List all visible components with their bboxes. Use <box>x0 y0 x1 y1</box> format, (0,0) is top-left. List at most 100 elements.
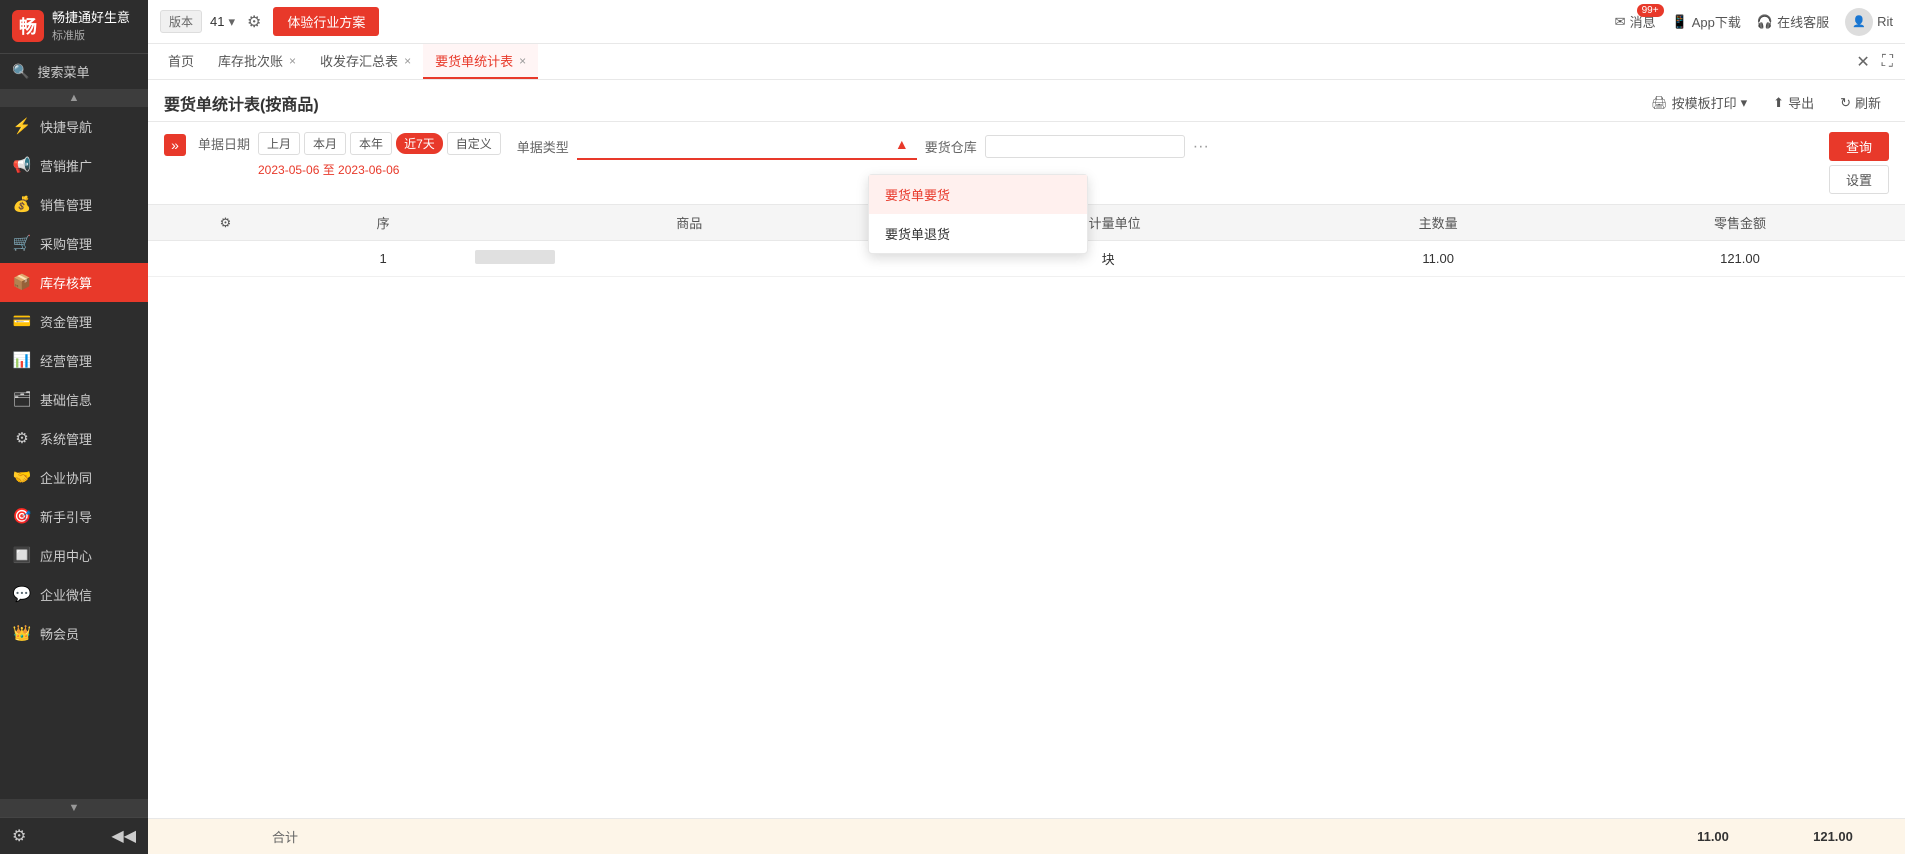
topbar-messages[interactable]: ✉ 消息 99+ <box>1615 12 1656 31</box>
system-icon: ⚙ <box>12 429 32 447</box>
sidebar-item-inventory[interactable]: 📦 库存核算 <box>0 263 148 302</box>
col-seq: 序 <box>303 205 464 241</box>
sidebar-collapse-icon[interactable]: ◀◀ <box>111 826 136 846</box>
footer-qty: 11.00 <box>1653 829 1773 844</box>
filter-this-month[interactable]: 本月 <box>304 132 346 155</box>
filter-recent7[interactable]: 近7天 <box>396 133 443 154</box>
dropdown-item-order-return[interactable]: 要货单退货 <box>869 214 1087 253</box>
filter-this-year[interactable]: 本年 <box>350 132 392 155</box>
topbar-app-download[interactable]: 📱 App下载 <box>1672 12 1741 31</box>
appstore-label: 应用中心 <box>40 546 136 565</box>
message-icon: ✉ <box>1615 14 1626 30</box>
refresh-btn[interactable]: ↻ 刷新 <box>1832 90 1889 115</box>
tabbar: 首页 库存批次账 × 收发存汇总表 × 要货单统计表 × ✕ ⛶ <box>148 44 1905 80</box>
app-icon: 📱 <box>1672 14 1688 30</box>
filter-warehouse-input[interactable] <box>985 135 1185 158</box>
col-settings-icon[interactable]: ⚙ <box>220 215 232 230</box>
filter-custom[interactable]: 自定义 <box>447 132 501 155</box>
row-1-seq: 1 <box>303 241 464 277</box>
tab-receive-summary-close[interactable]: × <box>404 55 411 67</box>
sidebar-item-basic[interactable]: 🗂 基础信息 <box>0 380 148 419</box>
sidebar-logo: 畅 畅捷通好生意 标准版 <box>0 0 148 54</box>
purchase-label: 采购管理 <box>40 234 136 253</box>
row-1-settings <box>148 241 303 277</box>
app-download-label: App下载 <box>1692 12 1741 31</box>
operations-icon: 📊 <box>12 351 32 369</box>
print-dropdown-icon[interactable]: ▾ <box>1741 95 1748 111</box>
filter-area: » 单据日期 上月 本月 本年 近7天 自定义 2023-0 <box>148 122 1905 205</box>
tab-receive-summary[interactable]: 收发存汇总表 × <box>308 44 423 79</box>
filter-more-icon[interactable]: ··· <box>1193 138 1209 156</box>
topbar-count: 41 <box>210 14 224 29</box>
topbar-settings-icon[interactable]: ⚙ <box>247 12 261 32</box>
row-1-amount: 121.00 <box>1575 241 1905 277</box>
operations-label: 经营管理 <box>40 351 136 370</box>
sidebar-item-quick-nav[interactable]: ⚡ 快捷导航 <box>0 107 148 146</box>
sidebar-settings-icon[interactable]: ⚙ <box>12 826 26 846</box>
filter-prev-month[interactable]: 上月 <box>258 132 300 155</box>
trial-btn[interactable]: 体验行业方案 <box>273 7 379 36</box>
sidebar-item-purchase[interactable]: 🛒 采购管理 <box>0 224 148 263</box>
col-qty: 主数量 <box>1301 205 1575 241</box>
tab-inventory-batch[interactable]: 库存批次账 × <box>206 44 308 79</box>
enterprise-icon: 🤝 <box>12 468 32 486</box>
filter-query-btn[interactable]: 查询 <box>1829 132 1889 161</box>
filter-date-label: 单据日期 <box>198 134 250 153</box>
tab-order-summary-close[interactable]: × <box>519 55 526 67</box>
tabbar-close-all[interactable]: ✕ <box>1852 52 1873 72</box>
filter-type-arrow[interactable]: ▲ <box>895 136 909 152</box>
inventory-icon: 📦 <box>12 273 32 291</box>
tab-order-summary[interactable]: 要货单统计表 × <box>423 44 538 79</box>
message-badge: 99+ <box>1637 4 1664 17</box>
tab-order-summary-label: 要货单统计表 <box>435 51 513 70</box>
filter-date-range: 2023-05-06 至 2023-06-06 <box>258 161 399 178</box>
service-label: 在线客服 <box>1777 12 1829 31</box>
sidebar-scroll-up[interactable]: ▲ <box>0 89 148 107</box>
dropdown-item-order-goods[interactable]: 要货单要货 <box>869 175 1087 214</box>
print-template-btn[interactable]: 🖨 按模板打印 ▾ <box>1643 90 1755 115</box>
filter-date-range-row: 2023-05-06 至 2023-06-06 <box>258 161 501 178</box>
sidebar-item-operations[interactable]: 📊 经营管理 <box>0 341 148 380</box>
filter-settings-btn[interactable]: 设置 <box>1829 165 1889 194</box>
sidebar-scroll-down[interactable]: ▼ <box>0 799 148 817</box>
tab-home[interactable]: 首页 <box>156 44 206 79</box>
tab-inventory-batch-close[interactable]: × <box>289 55 296 67</box>
filter-expand-btn[interactable]: » <box>164 134 186 156</box>
topbar-right: ✉ 消息 99+ 📱 App下载 🎧 在线客服 👤 Rit <box>1615 8 1893 36</box>
logo-icon: 畅 <box>12 10 44 42</box>
tab-inventory-batch-label: 库存批次账 <box>218 51 283 70</box>
purchase-icon: 🛒 <box>12 234 32 252</box>
tab-home-label: 首页 <box>168 51 194 70</box>
page-area: 要货单统计表(按商品) 🖨 按模板打印 ▾ ⬆ 导出 ↻ 刷新 » <box>148 80 1905 854</box>
filter-type-select[interactable]: ▲ <box>577 132 917 160</box>
row-1-qty: 11.00 <box>1301 241 1575 277</box>
sales-icon: 💰 <box>12 195 32 213</box>
sidebar-item-vip[interactable]: 👑 畅会员 <box>0 614 148 653</box>
export-btn[interactable]: ⬆ 导出 <box>1765 90 1822 115</box>
sidebar-item-system[interactable]: ⚙ 系统管理 <box>0 419 148 458</box>
topbar-online-service[interactable]: 🎧 在线客服 <box>1757 12 1829 31</box>
topbar-dropdown-icon[interactable]: ▾ <box>228 14 235 30</box>
tabbar-expand[interactable]: ⛶ <box>1878 53 1897 71</box>
sidebar-nav: ⚡ 快捷导航 📢 营销推广 💰 销售管理 🛒 采购管理 📦 库存核算 💳 资金管… <box>0 107 148 799</box>
refresh-label: 刷新 <box>1855 93 1881 112</box>
basic-label: 基础信息 <box>40 390 136 409</box>
basic-icon: 🗂 <box>12 390 32 408</box>
sidebar-item-marketing[interactable]: 📢 营销推广 <box>0 146 148 185</box>
page-title: 要货单统计表(按商品) <box>164 91 319 115</box>
topbar: 版本 41 ▾ ⚙ 体验行业方案 ✉ 消息 99+ 📱 App下载 🎧 在线客服… <box>148 0 1905 44</box>
filter-type-label: 单据类型 <box>517 137 569 156</box>
sidebar-item-sales[interactable]: 💰 销售管理 <box>0 185 148 224</box>
sidebar-item-wechat[interactable]: 💬 企业微信 <box>0 575 148 614</box>
sidebar-item-guide[interactable]: 🎯 新手引导 <box>0 497 148 536</box>
sidebar-item-enterprise[interactable]: 🤝 企业协同 <box>0 458 148 497</box>
sidebar-item-finance[interactable]: 💳 资金管理 <box>0 302 148 341</box>
sidebar-search[interactable]: 🔍 搜索菜单 <box>0 54 148 89</box>
sidebar-item-appstore[interactable]: 🔲 应用中心 <box>0 536 148 575</box>
topbar-user[interactable]: 👤 Rit <box>1845 8 1893 36</box>
search-icon: 🔍 <box>12 63 29 80</box>
user-avatar: 👤 <box>1845 8 1873 36</box>
enterprise-label: 企业协同 <box>40 468 136 487</box>
row-1-product <box>463 241 914 277</box>
col-settings[interactable]: ⚙ <box>148 205 303 241</box>
